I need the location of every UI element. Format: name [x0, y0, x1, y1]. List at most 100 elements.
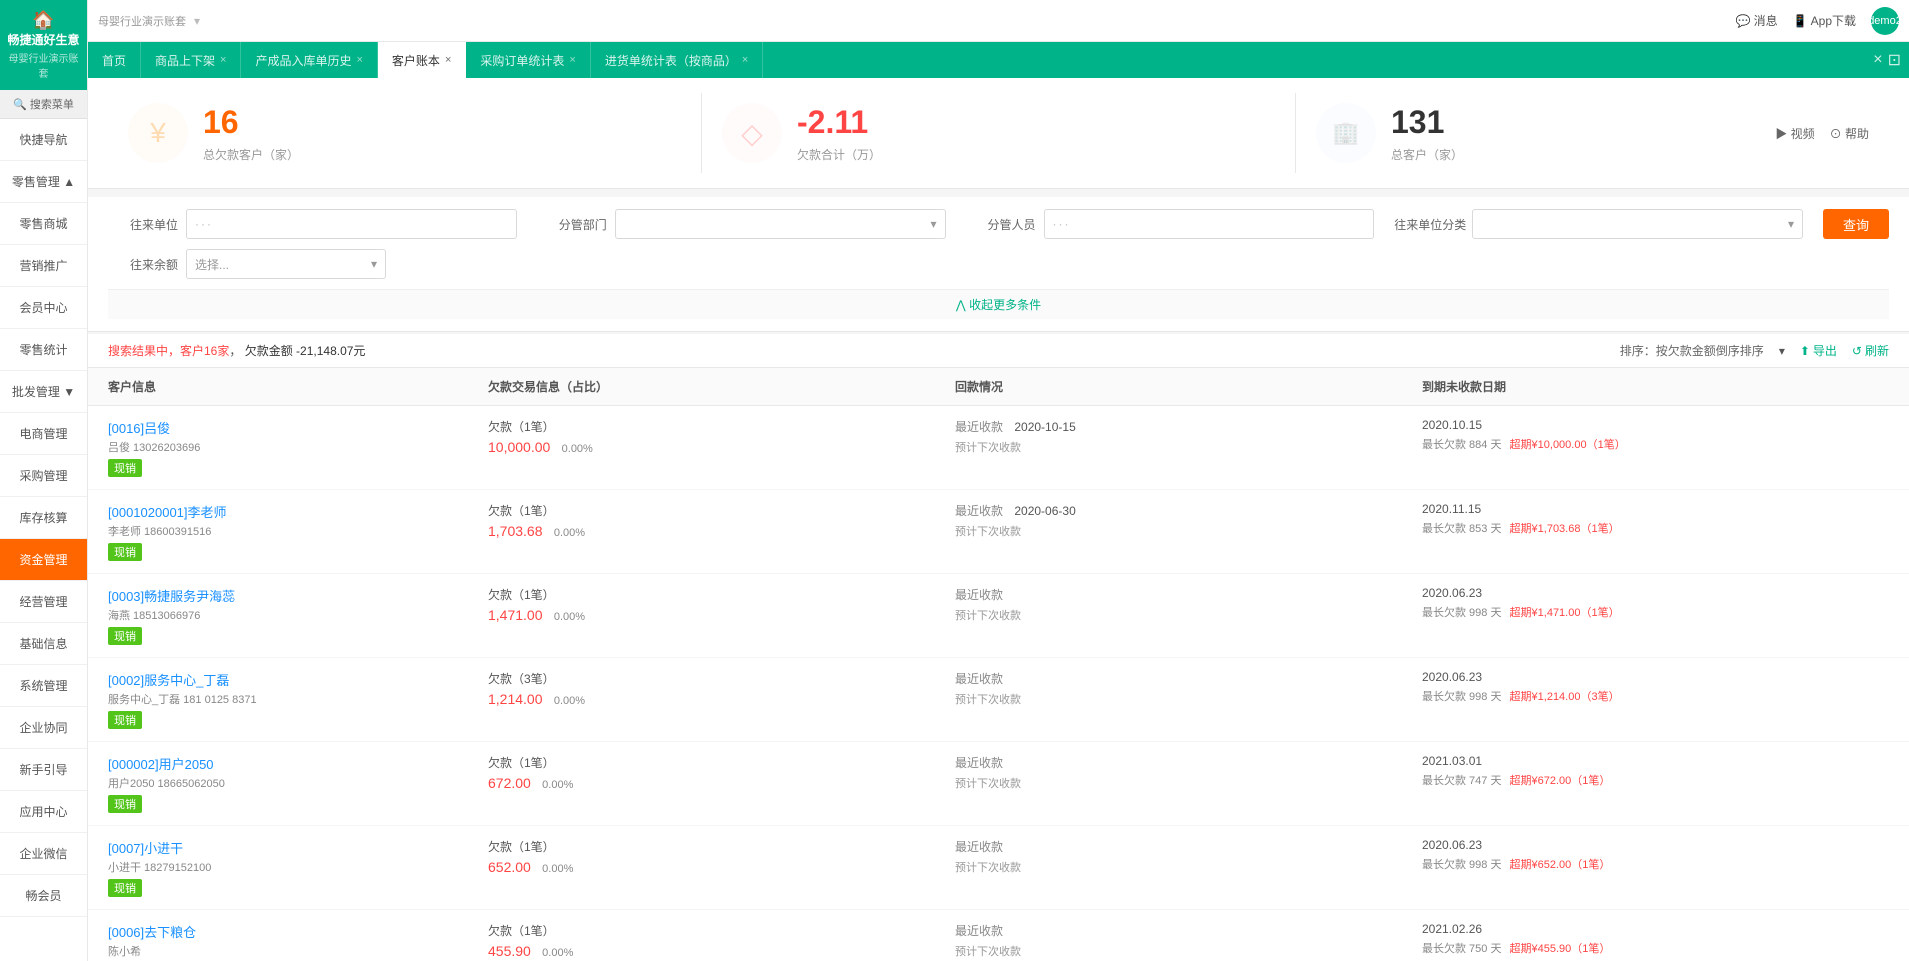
overdue-link[interactable]: 超期¥1,471.00（1笔） — [1510, 607, 1620, 619]
tab-label: 进货单统计表（按商品） — [605, 52, 737, 69]
maximize-icon[interactable]: ⊡ — [1888, 50, 1901, 70]
customer-info-col: [000002]用户2050 用户2050 18665062050 现销 — [108, 754, 488, 813]
sidebar-item-ecommerce[interactable]: 电商管理 — [0, 413, 87, 455]
video-btn[interactable]: ▶ 视频 — [1775, 125, 1814, 142]
sidebar-item-system[interactable]: 系统管理 — [0, 665, 87, 707]
sidebar-item-retail-mgmt[interactable]: 零售管理 ▲ — [0, 161, 87, 203]
overdue-link[interactable]: 超期¥1,214.00（3笔） — [1510, 691, 1620, 703]
balance-select[interactable]: 选择... ▾ — [186, 249, 386, 279]
debt-percent: 0.00% — [562, 443, 593, 455]
tab-products-offline[interactable]: 商品上下架 × — [141, 42, 241, 78]
help-btn[interactable]: ⊙ 帮助 — [1830, 125, 1869, 142]
debt-icon: ◇ — [722, 103, 782, 163]
customer-phone: 用户2050 18665062050 — [108, 775, 488, 791]
close-icon[interactable]: × — [445, 54, 451, 66]
app-name: 畅捷通好生意 — [5, 31, 82, 48]
sidebar-item-basic-info[interactable]: 基础信息 — [0, 623, 87, 665]
overdue-link[interactable]: 超期¥652.00（1笔） — [1510, 859, 1611, 871]
sidebar-item-label: 企业微信 — [19, 847, 67, 861]
overdue-days: 最长欠款 998 天 超期¥1,214.00（3笔） — [1422, 688, 1889, 704]
sidebar-item-newbie[interactable]: 新手引导 — [0, 749, 87, 791]
debt-count: 欠款（1笔） — [488, 922, 955, 939]
debt-percent: 0.00% — [554, 527, 585, 539]
debt-percent: 0.00% — [542, 947, 573, 959]
stat-card-total-debt: ◇ -2.11 欠款合计（万） — [702, 93, 1296, 173]
customer-name-link[interactable]: [0006]去下粮仓 — [108, 922, 488, 941]
tab-purchase-orders[interactable]: 采购订单统计表 × — [466, 42, 590, 78]
close-icon[interactable]: × — [742, 54, 748, 66]
sidebar-item-enterprise[interactable]: 企业协同 — [0, 707, 87, 749]
sidebar-item-purchase[interactable]: 采购管理 — [0, 455, 87, 497]
sidebar-item-quick-nav[interactable]: 快捷导航 — [0, 119, 87, 161]
debt-count: 欠款（1笔） — [488, 418, 955, 435]
app-subtitle: 母婴行业演示账套 — [5, 50, 82, 80]
debt-percent: 0.00% — [542, 863, 573, 875]
tab-purchase-stats[interactable]: 进货单统计表（按商品） × — [591, 42, 763, 78]
sidebar-item-app-center[interactable]: 应用中心 — [0, 791, 87, 833]
customer-name-link[interactable]: [0016]吕俊 — [108, 418, 488, 437]
sidebar-item-vip[interactable]: 畅会员 — [0, 875, 87, 917]
results-info: 搜索结果中，客户16家， 欠款金额 -21,148.07元 排序：按欠款金额倒序… — [88, 334, 1909, 368]
balance-placeholder: 选择... — [195, 256, 229, 273]
sidebar-item-retail-mall[interactable]: 零售商城 — [0, 203, 87, 245]
close-all-tabs-icon[interactable]: × — [1873, 51, 1882, 69]
tab-customer-account[interactable]: 客户账本 × — [378, 42, 466, 78]
close-icon[interactable]: × — [356, 54, 362, 66]
sidebar-item-marketing[interactable]: 营销推广 — [0, 245, 87, 287]
sidebar-item-business[interactable]: 经营管理 — [0, 581, 87, 623]
user-avatar[interactable]: demo2 — [1871, 7, 1899, 35]
customer-info-col: [0002]服务中心_丁磊 服务中心_丁磊 181 0125 8371 现销 — [108, 670, 488, 729]
customer-name: 去下粮仓 — [144, 925, 196, 940]
overdue-link[interactable]: 超期¥455.90（1笔） — [1510, 943, 1611, 955]
message-btn[interactable]: 💬 消息 — [1736, 12, 1778, 29]
sort-arrow-icon[interactable]: ▾ — [1779, 344, 1785, 358]
tab-production-history[interactable]: 产成品入库单历史 × — [241, 42, 377, 78]
debt-amount[interactable]: 1,471.00 — [488, 607, 543, 623]
dept-select[interactable]: ▾ — [615, 209, 946, 239]
overdue-link[interactable]: 超期¥10,000.00（1笔） — [1510, 439, 1626, 451]
close-icon[interactable]: × — [569, 54, 575, 66]
data-table: 客户信息 欠款交易信息（占比） 回款情况 到期未收款日期 [0016]吕俊 吕俊… — [88, 368, 1909, 961]
sidebar-item-finance[interactable]: 资金管理 — [0, 539, 87, 581]
customer-phone: 吕俊 13026203696 — [108, 439, 488, 455]
sidebar-item-corp-wechat[interactable]: 企业微信 — [0, 833, 87, 875]
customer-name-link[interactable]: [0002]服务中心_丁磊 — [108, 670, 488, 689]
collapse-label: 收起更多条件 — [969, 298, 1041, 312]
customer-name-link[interactable]: [0001020001]李老师 — [108, 502, 488, 521]
collection-col: 最近收款 2020-10-15 预计下次收款 — [955, 418, 1422, 455]
customer-tag: 现销 — [108, 879, 142, 897]
close-icon[interactable]: × — [220, 54, 226, 66]
sidebar-item-member[interactable]: 会员中心 — [0, 287, 87, 329]
overdue-link[interactable]: 超期¥672.00（1笔） — [1510, 775, 1611, 787]
debt-amount[interactable]: 1,214.00 — [488, 691, 543, 707]
stat-card-overdue-customers: ¥ 16 总欠款客户（家） — [108, 93, 702, 173]
sidebar-item-retail-stat[interactable]: 零售统计 — [0, 329, 87, 371]
query-button[interactable]: 查询 — [1823, 209, 1889, 239]
overdue-link[interactable]: 超期¥1,703.68（1笔） — [1510, 523, 1620, 535]
sidebar-item-inventory[interactable]: 库存核算 — [0, 497, 87, 539]
sidebar-item-label: 零售商城 — [19, 217, 67, 231]
person-input[interactable]: ··· — [1044, 209, 1375, 239]
customer-name-link[interactable]: [0007]小进干 — [108, 838, 488, 857]
source-unit-input[interactable]: ··· — [186, 209, 517, 239]
app-logo[interactable]: 🏠 畅捷通好生意 母婴行业演示账套 — [0, 0, 87, 90]
customer-name-link[interactable]: [000002]用户2050 — [108, 754, 488, 773]
overdue-date: 2020.06.23 — [1422, 670, 1889, 684]
debt-amount[interactable]: 652.00 — [488, 859, 531, 875]
collapse-filter-btn[interactable]: ⋀ 收起更多条件 — [108, 289, 1889, 319]
debt-amount[interactable]: 672.00 — [488, 775, 531, 791]
sidebar-item-label: 快捷导航 — [19, 133, 67, 147]
debt-amount[interactable]: 10,000.00 — [488, 439, 550, 455]
sidebar-search[interactable]: 🔍 搜索菜单 — [0, 90, 87, 119]
debt-amount[interactable]: 455.90 — [488, 943, 531, 959]
sidebar-item-batch-mgmt[interactable]: 批发管理 ▼ — [0, 371, 87, 413]
table-row: [0001020001]李老师 李老师 18600391516 现销 欠款（1笔… — [88, 490, 1909, 574]
export-btn[interactable]: ⬆ 导出 — [1800, 342, 1837, 359]
debt-amount[interactable]: 1,703.68 — [488, 523, 543, 539]
app-download-btn[interactable]: 📱 App下载 — [1793, 12, 1856, 29]
customer-name-link[interactable]: [0003]畅捷服务尹海蕊 — [108, 586, 488, 605]
last-collection: 最近收款 — [955, 586, 1422, 603]
unit-category-select[interactable]: ▾ — [1472, 209, 1803, 239]
tab-home[interactable]: 首页 — [88, 42, 141, 78]
refresh-btn[interactable]: ↺ 刷新 — [1852, 342, 1889, 359]
